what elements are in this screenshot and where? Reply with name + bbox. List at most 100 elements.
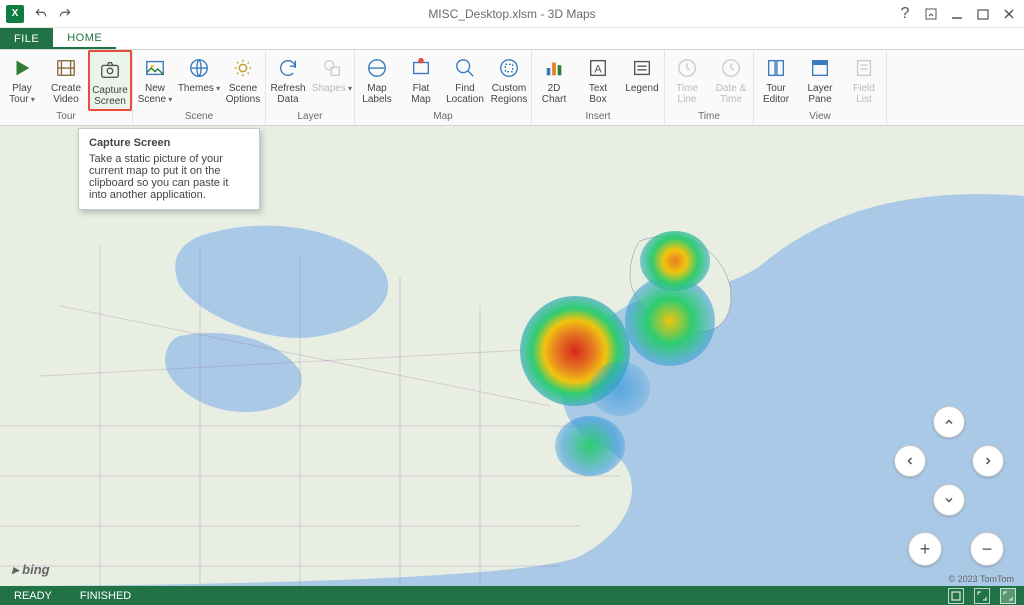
legend-label: Legend xyxy=(625,83,658,94)
2d-chart-button[interactable]: 2DChart xyxy=(532,50,576,111)
excel-logo-icon: X xyxy=(6,5,24,23)
group-layer-label: Layer xyxy=(266,111,354,125)
shapes-button[interactable]: Shapes xyxy=(310,50,354,111)
map-labels-button[interactable]: MapLabels xyxy=(355,50,399,111)
status-view-normal-icon[interactable] xyxy=(948,588,964,604)
picture-add-icon xyxy=(143,56,167,80)
legend-button[interactable]: Legend xyxy=(620,50,664,111)
close-icon[interactable] xyxy=(1002,7,1016,21)
date-time-label: Date &Time xyxy=(716,83,747,105)
group-tour-label: Tour xyxy=(0,111,132,125)
field-list-label: FieldList xyxy=(853,83,875,105)
title-bar: X MISC_Desktop.xlsm - 3D Maps ? xyxy=(0,0,1024,28)
undo-icon[interactable] xyxy=(34,7,48,21)
pan-left-button[interactable] xyxy=(894,445,926,477)
flat-map-label: FlatMap xyxy=(411,83,430,105)
status-bar: READY FINISHED xyxy=(0,586,1024,605)
play-tour-label: PlayTour xyxy=(9,83,35,105)
zoom-in-button[interactable]: + xyxy=(908,532,942,566)
film-icon xyxy=(54,56,78,80)
map-canvas[interactable]: Capture Screen Take a static picture of … xyxy=(0,126,1024,586)
group-insert-label: Insert xyxy=(532,111,664,125)
legend-icon xyxy=(630,56,654,80)
map-attribution: © 2023 TomTom xyxy=(949,574,1015,584)
ribbon: PlayTour CreateVideo CaptureScreen Tour … xyxy=(0,50,1024,126)
redo-icon[interactable] xyxy=(58,7,72,21)
find-location-button[interactable]: FindLocation xyxy=(443,50,487,111)
status-finished: FINISHED xyxy=(66,590,145,602)
new-scene-button[interactable]: NewScene xyxy=(133,50,177,111)
group-scene: NewScene Themes SceneOptions Scene xyxy=(133,50,266,125)
layer-pane-button[interactable]: LayerPane xyxy=(798,50,842,111)
tour-editor-button[interactable]: TourEditor xyxy=(754,50,798,111)
field-list-icon xyxy=(852,56,876,80)
search-globe-icon xyxy=(453,56,477,80)
create-video-button[interactable]: CreateVideo xyxy=(44,50,88,111)
status-view-expand-icon[interactable] xyxy=(974,588,990,604)
layer-pane-label: LayerPane xyxy=(807,83,832,105)
group-time-label: Time xyxy=(665,111,753,125)
scene-options-button[interactable]: SceneOptions xyxy=(221,50,265,111)
window-title: MISC_Desktop.xlsm - 3D Maps xyxy=(0,7,1024,21)
minimize-icon[interactable] xyxy=(950,7,964,21)
help-icon[interactable]: ? xyxy=(898,7,912,21)
find-location-label: FindLocation xyxy=(446,83,484,105)
flat-map-icon xyxy=(409,56,433,80)
text-box-icon: A xyxy=(586,56,610,80)
tour-editor-icon xyxy=(764,56,788,80)
maximize-icon[interactable] xyxy=(976,7,990,21)
group-insert: 2DChart A TextBox Legend Insert xyxy=(532,50,665,125)
status-view-fullscreen-icon[interactable] xyxy=(1000,588,1016,604)
group-view: TourEditor LayerPane FieldList View xyxy=(754,50,887,125)
quick-access-toolbar: X xyxy=(0,5,72,23)
group-scene-label: Scene xyxy=(133,111,265,125)
refresh-data-label: RefreshData xyxy=(270,83,305,105)
play-tour-button[interactable]: PlayTour xyxy=(0,50,44,111)
tab-home[interactable]: HOME xyxy=(53,28,116,49)
map-labels-label: MapLabels xyxy=(362,83,391,105)
text-box-button[interactable]: A TextBox xyxy=(576,50,620,111)
tooltip-body: Take a static picture of your current ma… xyxy=(89,153,249,201)
tab-file[interactable]: FILE xyxy=(0,28,53,49)
window-controls: ? xyxy=(898,7,1024,21)
pan-right-button[interactable] xyxy=(972,445,1004,477)
shapes-label: Shapes xyxy=(312,83,352,94)
camera-icon xyxy=(98,58,122,82)
regions-icon xyxy=(497,56,521,80)
map-zoom-controls: + − xyxy=(908,532,1004,566)
time-line-label: TimeLine xyxy=(676,83,698,105)
pan-up-button[interactable] xyxy=(933,406,965,438)
group-map-label: Map xyxy=(355,111,531,125)
bar-chart-icon xyxy=(542,56,566,80)
scene-options-label: SceneOptions xyxy=(226,83,260,105)
time-line-button: TimeLine xyxy=(665,50,709,111)
pan-down-button[interactable] xyxy=(933,484,965,516)
create-video-label: CreateVideo xyxy=(51,83,81,105)
capture-screen-button[interactable]: CaptureScreen xyxy=(88,50,132,111)
group-view-label: View xyxy=(754,111,886,125)
themes-label: Themes xyxy=(178,83,220,94)
ribbon-options-icon[interactable] xyxy=(924,7,938,21)
zoom-out-button[interactable]: − xyxy=(970,532,1004,566)
bing-logo: ▸ bing xyxy=(12,562,50,578)
globe-label-icon xyxy=(365,56,389,80)
refresh-data-button[interactable]: RefreshData xyxy=(266,50,310,111)
custom-regions-label: CustomRegions xyxy=(491,83,528,105)
globe-icon xyxy=(187,56,211,80)
svg-text:A: A xyxy=(594,64,602,76)
play-icon xyxy=(10,56,34,80)
themes-button[interactable]: Themes xyxy=(177,50,221,111)
capture-screen-tooltip: Capture Screen Take a static picture of … xyxy=(78,128,260,210)
tooltip-title: Capture Screen xyxy=(89,137,249,149)
layer-pane-icon xyxy=(808,56,832,80)
group-map: MapLabels FlatMap FindLocation CustomReg… xyxy=(355,50,532,125)
status-ready: READY xyxy=(0,590,66,602)
group-time: TimeLine Date &Time Time xyxy=(665,50,754,125)
group-layer: RefreshData Shapes Layer xyxy=(266,50,355,125)
capture-screen-label: CaptureScreen xyxy=(92,85,128,107)
flat-map-button[interactable]: FlatMap xyxy=(399,50,443,111)
map-nav-pad xyxy=(894,406,1004,516)
new-scene-label: NewScene xyxy=(138,83,173,105)
group-tour: PlayTour CreateVideo CaptureScreen Tour xyxy=(0,50,133,125)
custom-regions-button[interactable]: CustomRegions xyxy=(487,50,531,111)
